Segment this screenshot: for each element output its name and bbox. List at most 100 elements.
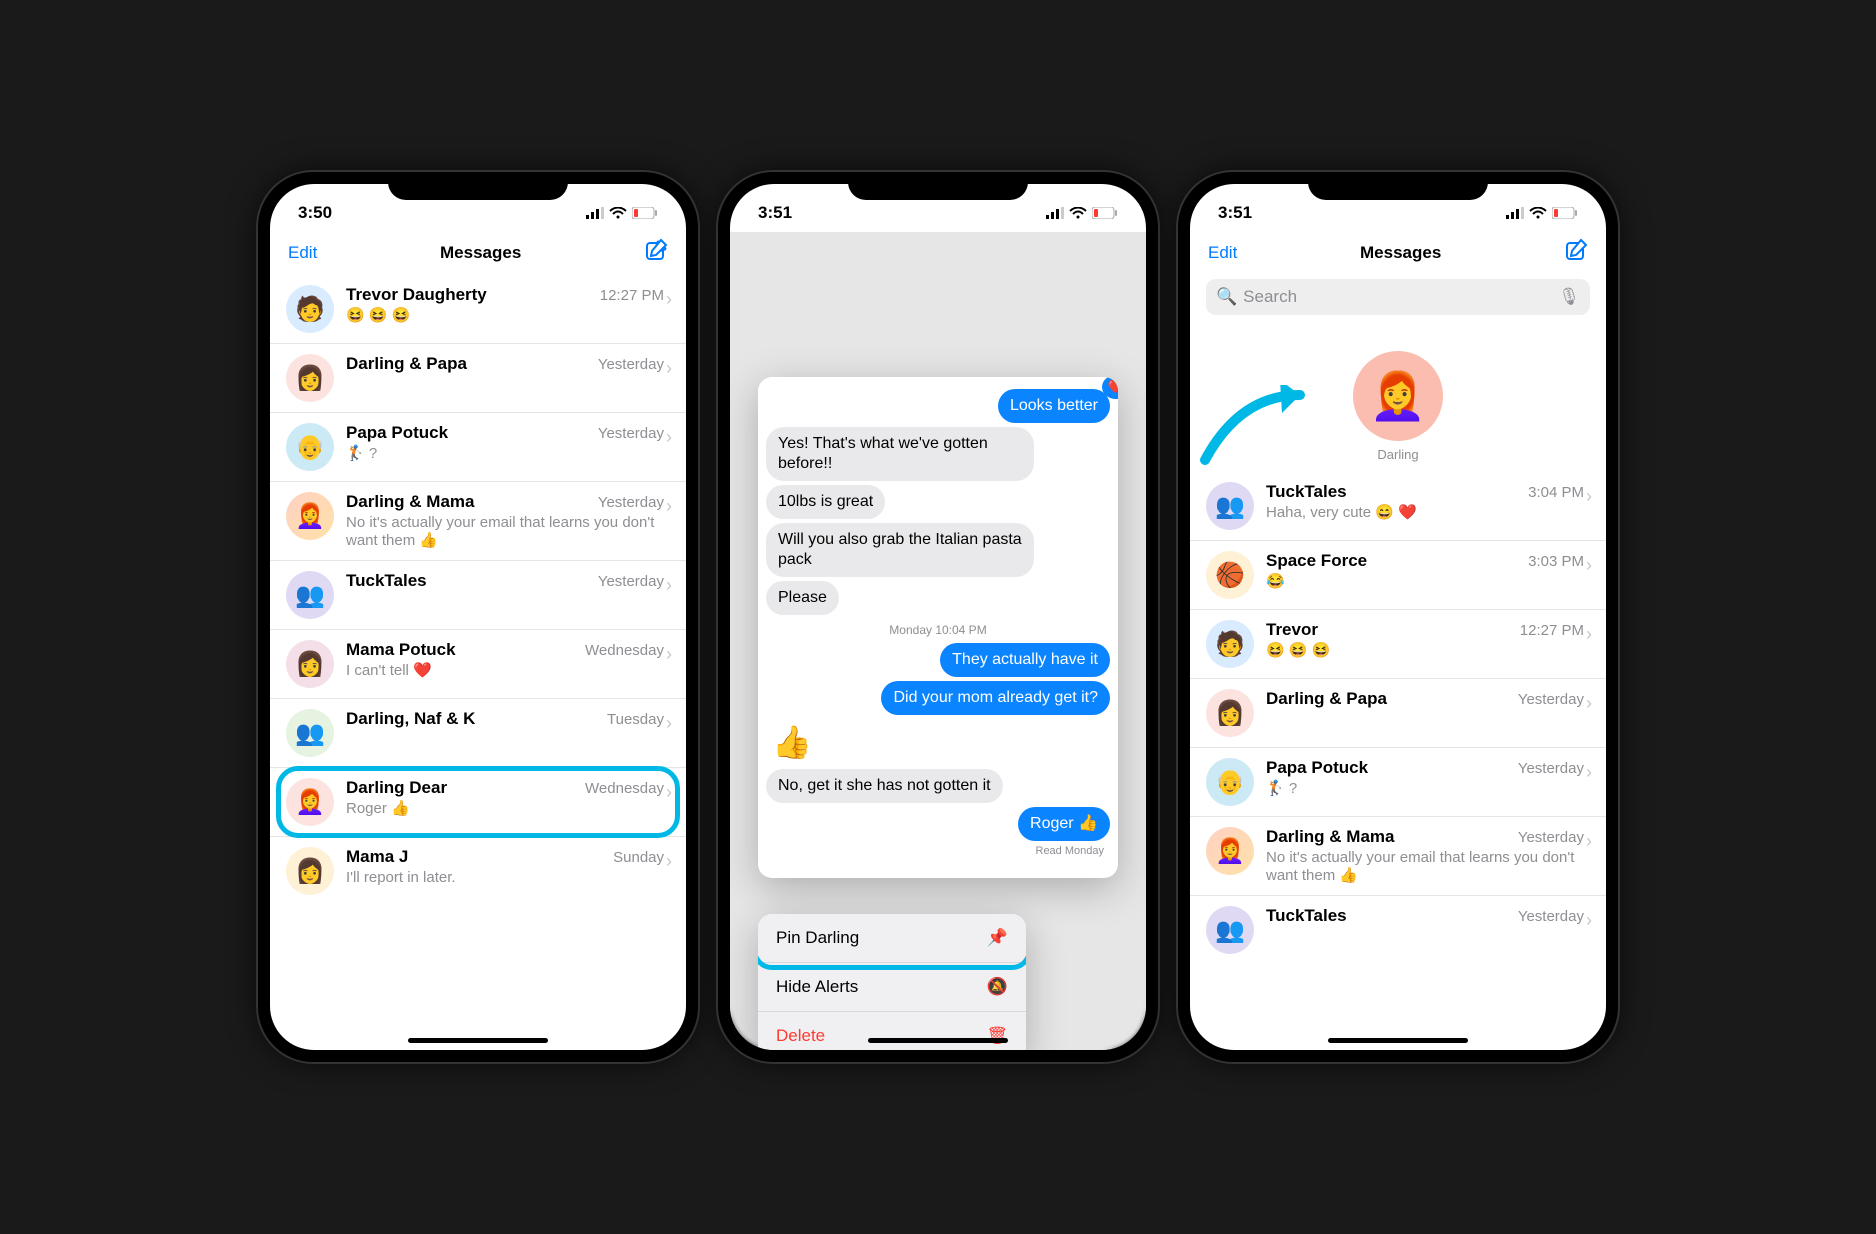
row-name: Darling & Papa [1266,689,1387,709]
conversation-row[interactable]: 👥 TuckTalesYesterday › [1190,896,1606,964]
conversation-row[interactable]: 🧑 Trevor Daugherty12:27 PM😆 😆 😆 › [270,275,686,344]
row-time: Yesterday [1518,691,1584,708]
conversation-row-highlighted[interactable]: 👩‍🦰 Darling DearWednesdayRoger 👍 › [270,768,686,837]
row-preview: No it's actually your email that learns … [1266,849,1590,885]
status-icons [1506,207,1578,219]
compose-button[interactable] [644,238,668,267]
conversation-row[interactable]: 👩 Mama PotuckWednesdayI can't tell ❤️ › [270,630,686,699]
row-time: 12:27 PM [1520,622,1584,639]
conversation-row[interactable]: 🏀 Space Force3:03 PM😂 › [1190,541,1606,610]
home-indicator[interactable] [868,1038,1008,1043]
conversation-row[interactable]: 👥 TuckTalesYesterday › [270,561,686,630]
pinned-conversations: 👩‍🦰 Darling [1190,325,1606,472]
row-preview: 🏌️ ? [346,445,670,463]
chevron-right-icon: › [1586,486,1592,507]
avatar: 👴 [1206,758,1254,806]
bell-slash-icon: 🔕 [987,977,1008,997]
pinned-label: Darling [1353,447,1443,462]
msg-in: Please [766,581,839,615]
row-time: 12:27 PM [600,287,664,304]
signal-icon [1046,207,1064,219]
row-time: Sunday [613,849,664,866]
chevron-right-icon: › [1586,831,1592,852]
conversation-row[interactable]: 👩 Darling & PapaYesterday › [1190,679,1606,748]
conversation-list[interactable]: 🧑 Trevor Daugherty12:27 PM😆 😆 😆 › 👩 Darl… [270,275,686,905]
chevron-right-icon: › [1586,693,1592,714]
menu-item-delete[interactable]: Delete 🗑 [758,1012,1026,1050]
chevron-right-icon: › [666,289,672,310]
compose-icon [1564,238,1588,262]
msg-out: Roger 👍 [1018,807,1110,841]
avatar: 🏀 [1206,551,1254,599]
home-indicator[interactable] [1328,1038,1468,1043]
dictation-icon[interactable]: 🎙 [1558,287,1580,307]
chevron-right-icon: › [666,782,672,803]
avatar: 🧑 [1206,620,1254,668]
conversation-preview-card[interactable]: Looks better❤️ Yes! That's what we've go… [758,377,1118,878]
row-preview: 😆 😆 😆 [346,307,670,325]
chevron-right-icon: › [1586,624,1592,645]
msg-out: Looks better [998,389,1110,423]
status-icons [586,207,658,219]
phone-1: 3:50 Edit Messages 🧑 Trevor Daugherty12:… [258,172,698,1062]
timestamp-label: Monday 10:04 PM [766,623,1110,637]
notch [388,172,568,200]
clock: 3:51 [1218,203,1252,223]
avatar: 👩‍🦰 [1206,827,1254,875]
menu-item-pin[interactable]: Pin Darling 📌 [758,914,1026,963]
context-menu: Pin Darling 📌 Hide Alerts 🔕 Delete 🗑 [758,914,1026,1050]
row-time: 3:03 PM [1528,553,1584,570]
notch [1308,172,1488,200]
conversation-row[interactable]: 🧑 Trevor 12:27 PM 😆 😆 😆 › [1190,610,1606,679]
row-name: Darling & Mama [346,492,474,512]
conversation-row[interactable]: 👥 Darling, Naf & KTuesday › [270,699,686,768]
chevron-right-icon: › [666,358,672,379]
conversation-row[interactable]: 👩‍🦰 Darling & MamaYesterdayNo it's actua… [270,482,686,561]
nav-bar: Edit Messages [1190,232,1606,275]
clock: 3:51 [758,203,792,223]
row-name: TuckTales [1266,482,1347,502]
row-time: Yesterday [598,573,664,590]
signal-icon [586,207,604,219]
compose-button[interactable] [1564,238,1588,267]
edit-button[interactable]: Edit [1208,243,1237,263]
chevron-right-icon: › [666,644,672,665]
compose-icon [644,238,668,262]
msg-in: No, get it she has not gotten it [766,769,1003,803]
row-time: Yesterday [598,494,664,511]
row-name: Darling & Papa [346,354,467,374]
row-time: Yesterday [1518,760,1584,777]
avatar: 👩 [286,640,334,688]
search-icon: 🔍 [1216,287,1237,307]
conversation-list[interactable]: 👥 TuckTales3:04 PMHaha, very cute 😄 ❤️ ›… [1190,472,1606,964]
battery-low-icon [1552,207,1578,219]
row-time: Wednesday [585,780,664,797]
page-title: Messages [440,243,521,263]
msg-in: 10lbs is great [766,485,885,519]
chevron-right-icon: › [666,851,672,872]
conversation-row[interactable]: 👴 Papa PotuckYesterday🏌️ ? › [1190,748,1606,817]
wifi-icon [1529,207,1547,219]
conversation-row[interactable]: 👩 Mama JSundayI'll report in later. › [270,837,686,905]
edit-button[interactable]: Edit [288,243,317,263]
row-name: Trevor [1266,620,1318,640]
search-field[interactable]: 🔍 Search 🎙 [1206,279,1590,315]
avatar: 👩‍🦰 [286,778,334,826]
chevron-right-icon: › [666,427,672,448]
row-preview: I can't tell ❤️ [346,662,670,680]
row-preview: No it's actually your email that learns … [346,514,670,550]
home-indicator[interactable] [408,1038,548,1043]
nav-bar: Edit Messages [270,232,686,275]
menu-label: Hide Alerts [776,977,858,997]
row-preview: 😆 😆 😆 [1266,642,1590,660]
avatar: 👴 [286,423,334,471]
conversation-row[interactable]: 👴 Papa PotuckYesterday🏌️ ? › [270,413,686,482]
conversation-row[interactable]: 👩‍🦰 Darling & MamaYesterdayNo it's actua… [1190,817,1606,896]
row-time: 3:04 PM [1528,484,1584,501]
conversation-row[interactable]: 👥 TuckTales3:04 PMHaha, very cute 😄 ❤️ › [1190,472,1606,541]
trash-icon: 🗑 [986,1026,1008,1046]
row-name: Trevor Daugherty [346,285,487,305]
pinned-contact[interactable]: 👩‍🦰 Darling [1353,351,1443,462]
conversation-row[interactable]: 👩 Darling & PapaYesterday › [270,344,686,413]
menu-item-hide-alerts[interactable]: Hide Alerts 🔕 [758,963,1026,1012]
